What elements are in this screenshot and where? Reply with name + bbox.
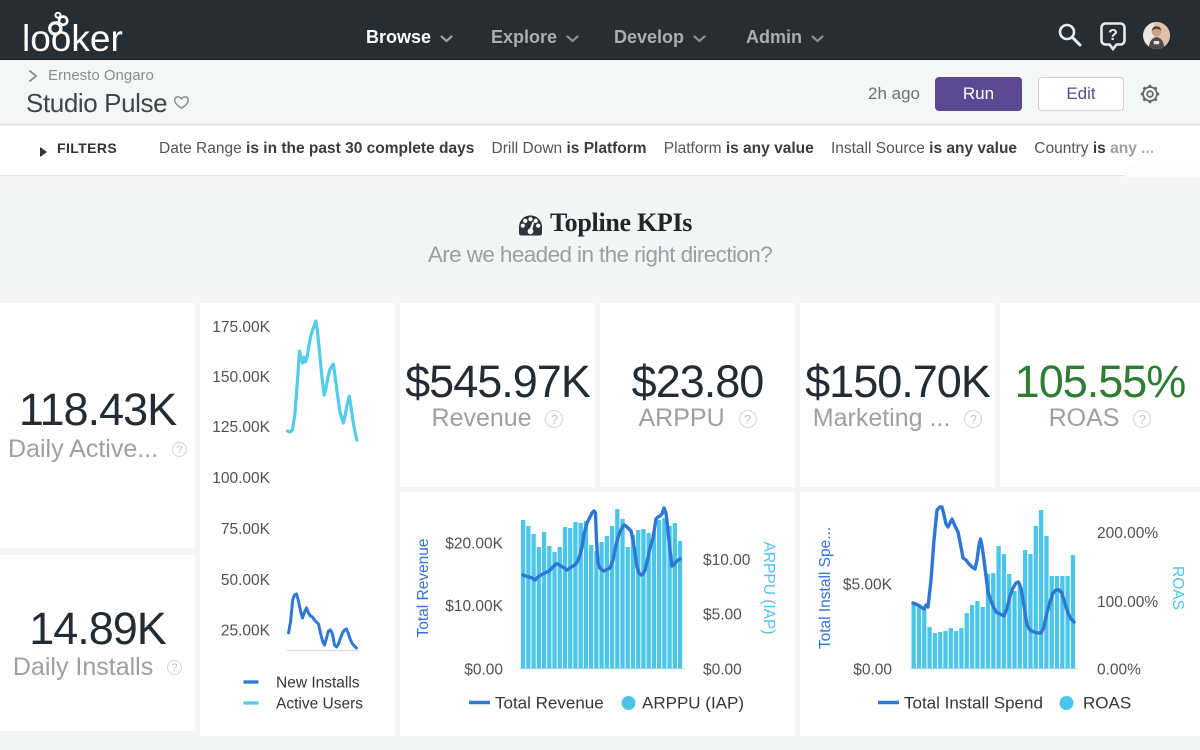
svg-text:100.00K: 100.00K bbox=[212, 470, 270, 487]
svg-text:ARPPU (IAP): ARPPU (IAP) bbox=[642, 694, 744, 713]
svg-text:ROAS: ROAS bbox=[1169, 566, 1186, 610]
svg-text:looker: looker bbox=[22, 18, 123, 54]
svg-text:150.00K: 150.00K bbox=[212, 369, 270, 386]
svg-text:0.00%: 0.00% bbox=[1097, 662, 1141, 679]
svg-text:$5.00K: $5.00K bbox=[843, 577, 893, 594]
svg-text:ARPPU (IAP): ARPPU (IAP) bbox=[760, 541, 777, 634]
svg-text:$10.00: $10.00 bbox=[703, 552, 751, 569]
svg-text:$0.00: $0.00 bbox=[464, 662, 503, 679]
svg-text:$0.00: $0.00 bbox=[703, 662, 742, 679]
svg-text:125.00K: 125.00K bbox=[212, 419, 270, 436]
svg-text:Total Install Spend: Total Install Spend bbox=[904, 694, 1043, 713]
svg-text:$10.00K: $10.00K bbox=[445, 598, 503, 615]
svg-text:$20.00K: $20.00K bbox=[445, 536, 503, 553]
svg-text:$5.00: $5.00 bbox=[703, 607, 742, 624]
svg-text:200.00%: 200.00% bbox=[1097, 525, 1158, 542]
svg-text:175.00K: 175.00K bbox=[212, 319, 270, 336]
svg-text:50.00K: 50.00K bbox=[221, 572, 271, 589]
svg-text:New Installs: New Installs bbox=[276, 675, 360, 692]
svg-text:Total Revenue: Total Revenue bbox=[495, 694, 604, 713]
svg-text:$0.00: $0.00 bbox=[853, 662, 892, 679]
svg-text:ROAS: ROAS bbox=[1083, 694, 1131, 713]
svg-text:Total Install Spe...: Total Install Spe... bbox=[817, 527, 834, 649]
svg-text:100.00%: 100.00% bbox=[1097, 594, 1158, 611]
svg-text:Total Revenue: Total Revenue bbox=[415, 538, 432, 637]
svg-text:Active Users: Active Users bbox=[276, 696, 363, 713]
svg-text:25.00K: 25.00K bbox=[221, 623, 271, 640]
svg-text:?: ? bbox=[1108, 27, 1118, 44]
svg-text:75.00K: 75.00K bbox=[221, 521, 271, 538]
